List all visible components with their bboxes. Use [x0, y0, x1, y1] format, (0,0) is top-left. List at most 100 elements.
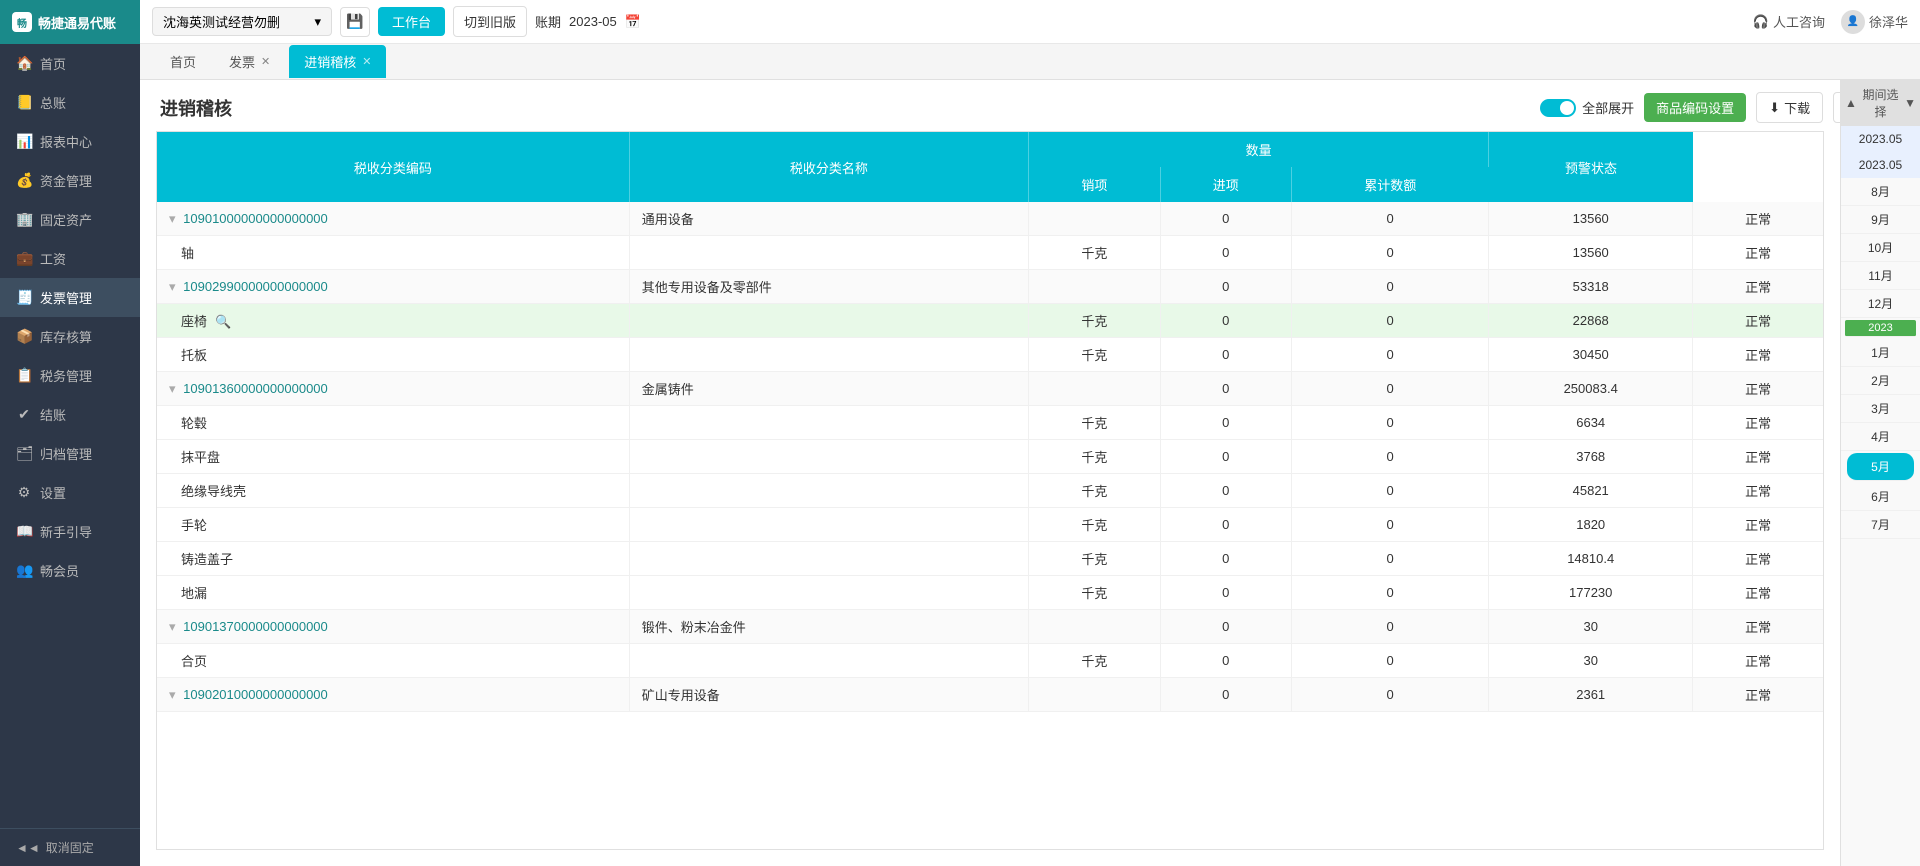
sidebar-item-inventory[interactable]: 📦 库存核算 — [0, 317, 140, 356]
help-button[interactable]: 🎧 人工咨询 — [1753, 12, 1825, 31]
row-purchase: 0 — [1291, 576, 1488, 610]
row-total: 30 — [1489, 610, 1693, 644]
row-sales: 0 — [1160, 236, 1291, 270]
month-5-active[interactable]: 5月 — [1847, 453, 1914, 481]
row-item-name2 — [629, 576, 1028, 610]
sidebar-item-checkout[interactable]: ✔ 结账 — [0, 395, 140, 434]
expand-icon[interactable]: ▾ — [169, 619, 176, 634]
product-code-button[interactable]: 商品编码设置 — [1644, 93, 1746, 122]
month-12[interactable]: 12月 — [1841, 290, 1920, 318]
tab-check[interactable]: 进销稽核 ✕ — [289, 45, 386, 78]
ledger-icon: 📒 — [16, 94, 32, 111]
table-row: 合页 千克 0 0 30 正常 — [157, 644, 1823, 678]
row-item-name: 铸造盖子 — [157, 542, 629, 576]
user-menu[interactable]: 👤 徐泽华 — [1841, 10, 1908, 34]
row-item-name2 — [629, 508, 1028, 542]
sidebar-item-label: 资金管理 — [40, 171, 92, 190]
search-icon[interactable]: 🔍 — [215, 314, 231, 329]
th-tax-code: 税收分类编码 — [157, 132, 629, 202]
month-11[interactable]: 11月 — [1841, 262, 1920, 290]
expand-icon[interactable]: ▾ — [169, 279, 176, 294]
row-status: 正常 — [1693, 440, 1823, 474]
row-sales: 0 — [1160, 338, 1291, 372]
row-item-name2 — [629, 406, 1028, 440]
row-total: 13560 — [1489, 236, 1693, 270]
month-9[interactable]: 9月 — [1841, 206, 1920, 234]
sidebar-item-invoice[interactable]: 🧾 发票管理 — [0, 278, 140, 317]
switch-version-button[interactable]: 切到旧版 — [453, 6, 527, 37]
sidebar-item-tax[interactable]: 📋 税务管理 — [0, 356, 140, 395]
expand-icon[interactable]: ▾ — [169, 687, 176, 702]
row-item-name: 合页 — [157, 644, 629, 678]
sidebar-item-guide[interactable]: 📖 新手引导 — [0, 512, 140, 551]
period-2023-05-top[interactable]: 2023.05 — [1841, 126, 1920, 152]
checkout-icon: ✔ — [16, 406, 32, 423]
tab-home[interactable]: 首页 — [156, 46, 210, 77]
table-row: 抹平盘 千克 0 0 3768 正常 — [157, 440, 1823, 474]
save-button[interactable]: 💾 — [340, 7, 370, 37]
row-unit — [1029, 270, 1160, 304]
right-panel: ▲ 期间选择 ▼ 2023.05 2023.05 8月 9月 10月 11月 1… — [1840, 80, 1920, 866]
expand-icon[interactable]: ▾ — [169, 211, 176, 226]
topbar-right: 🎧 人工咨询 👤 徐泽华 — [1753, 10, 1908, 34]
month-3[interactable]: 3月 — [1841, 395, 1920, 423]
row-total: 3768 — [1489, 440, 1693, 474]
download-label: 下载 — [1784, 98, 1810, 117]
row-total: 14810.4 — [1489, 542, 1693, 576]
month-1[interactable]: 1月 — [1841, 339, 1920, 367]
row-purchase: 0 — [1291, 372, 1488, 406]
row-unit — [1029, 372, 1160, 406]
period-2023-05-2[interactable]: 2023.05 — [1841, 152, 1920, 178]
table-row: ▾ 10901360000000000000 金属铸件 0 0 250083.4… — [157, 372, 1823, 406]
month-2[interactable]: 2月 — [1841, 367, 1920, 395]
topbar: 沈海英测试经营勿删 ▾ 💾 工作台 切到旧版 账期 2023-05 📅 🎧 人工… — [140, 0, 1920, 44]
sidebar-item-member[interactable]: 👥 畅会员 — [0, 551, 140, 590]
toggle-expand-switch[interactable] — [1540, 99, 1576, 117]
company-dropdown-icon: ▾ — [314, 14, 321, 30]
row-sales: 0 — [1160, 372, 1291, 406]
row-unit: 千克 — [1029, 474, 1160, 508]
sidebar-item-ledger[interactable]: 📒 总账 — [0, 83, 140, 122]
row-sales: 0 — [1160, 610, 1291, 644]
month-6[interactable]: 6月 — [1841, 483, 1920, 511]
row-purchase: 0 — [1291, 236, 1488, 270]
row-item-name: 座椅🔍 — [157, 304, 629, 338]
sidebar-item-home[interactable]: 🏠 首页 — [0, 44, 140, 83]
calendar-icon[interactable]: 📅 — [625, 14, 641, 30]
row-purchase: 0 — [1291, 678, 1488, 712]
row-code: ▾ 10901000000000000000 — [157, 202, 629, 236]
save-icon: 💾 — [346, 13, 363, 30]
sidebar-item-salary[interactable]: 💼 工资 — [0, 239, 140, 278]
tab-invoice[interactable]: 发票 ✕ — [214, 45, 285, 78]
tab-home-label: 首页 — [170, 52, 196, 71]
app-logo: 畅 畅捷通易代账 — [0, 0, 140, 44]
panel-up-arrow[interactable]: ▲ — [1845, 96, 1857, 110]
sidebar-item-asset[interactable]: 🏢 固定资产 — [0, 200, 140, 239]
download-button[interactable]: ⬇ 下载 — [1756, 92, 1823, 123]
row-item-name: 轴 — [157, 236, 629, 270]
month-10[interactable]: 10月 — [1841, 234, 1920, 262]
tax-icon: 📋 — [16, 367, 32, 384]
main-area: 沈海英测试经营勿删 ▾ 💾 工作台 切到旧版 账期 2023-05 📅 🎧 人工… — [140, 0, 1920, 866]
sidebar-item-report[interactable]: 📊 报表中心 — [0, 122, 140, 161]
sidebar-item-archive[interactable]: 🗂 归档管理 — [0, 434, 140, 473]
panel-down-arrow[interactable]: ▼ — [1904, 96, 1916, 110]
row-status: 正常 — [1693, 542, 1823, 576]
workbench-button[interactable]: 工作台 — [378, 7, 445, 36]
sidebar-item-fund[interactable]: 💰 资金管理 — [0, 161, 140, 200]
company-selector[interactable]: 沈海英测试经营勿删 ▾ — [152, 7, 332, 36]
expand-icon[interactable]: ▾ — [169, 381, 176, 396]
month-8[interactable]: 8月 — [1841, 178, 1920, 206]
month-7[interactable]: 7月 — [1841, 511, 1920, 539]
sidebar: 畅 畅捷通易代账 🏠 首页 📒 总账 📊 报表中心 💰 资金管理 🏢 固定资产 … — [0, 0, 140, 866]
tab-invoice-close[interactable]: ✕ — [261, 55, 270, 68]
row-unit: 千克 — [1029, 440, 1160, 474]
month-4[interactable]: 4月 — [1841, 423, 1920, 451]
tab-check-close[interactable]: ✕ — [362, 55, 371, 68]
sidebar-item-label: 首页 — [40, 54, 66, 73]
sidebar-item-settings[interactable]: ⚙ 设置 — [0, 473, 140, 512]
table-row: ▾ 10901000000000000000 通用设备 0 0 13560 正常 — [157, 202, 1823, 236]
unpin-button[interactable]: ◄◄ 取消固定 — [0, 828, 140, 866]
row-item-name2 — [629, 474, 1028, 508]
row-sales: 0 — [1160, 304, 1291, 338]
